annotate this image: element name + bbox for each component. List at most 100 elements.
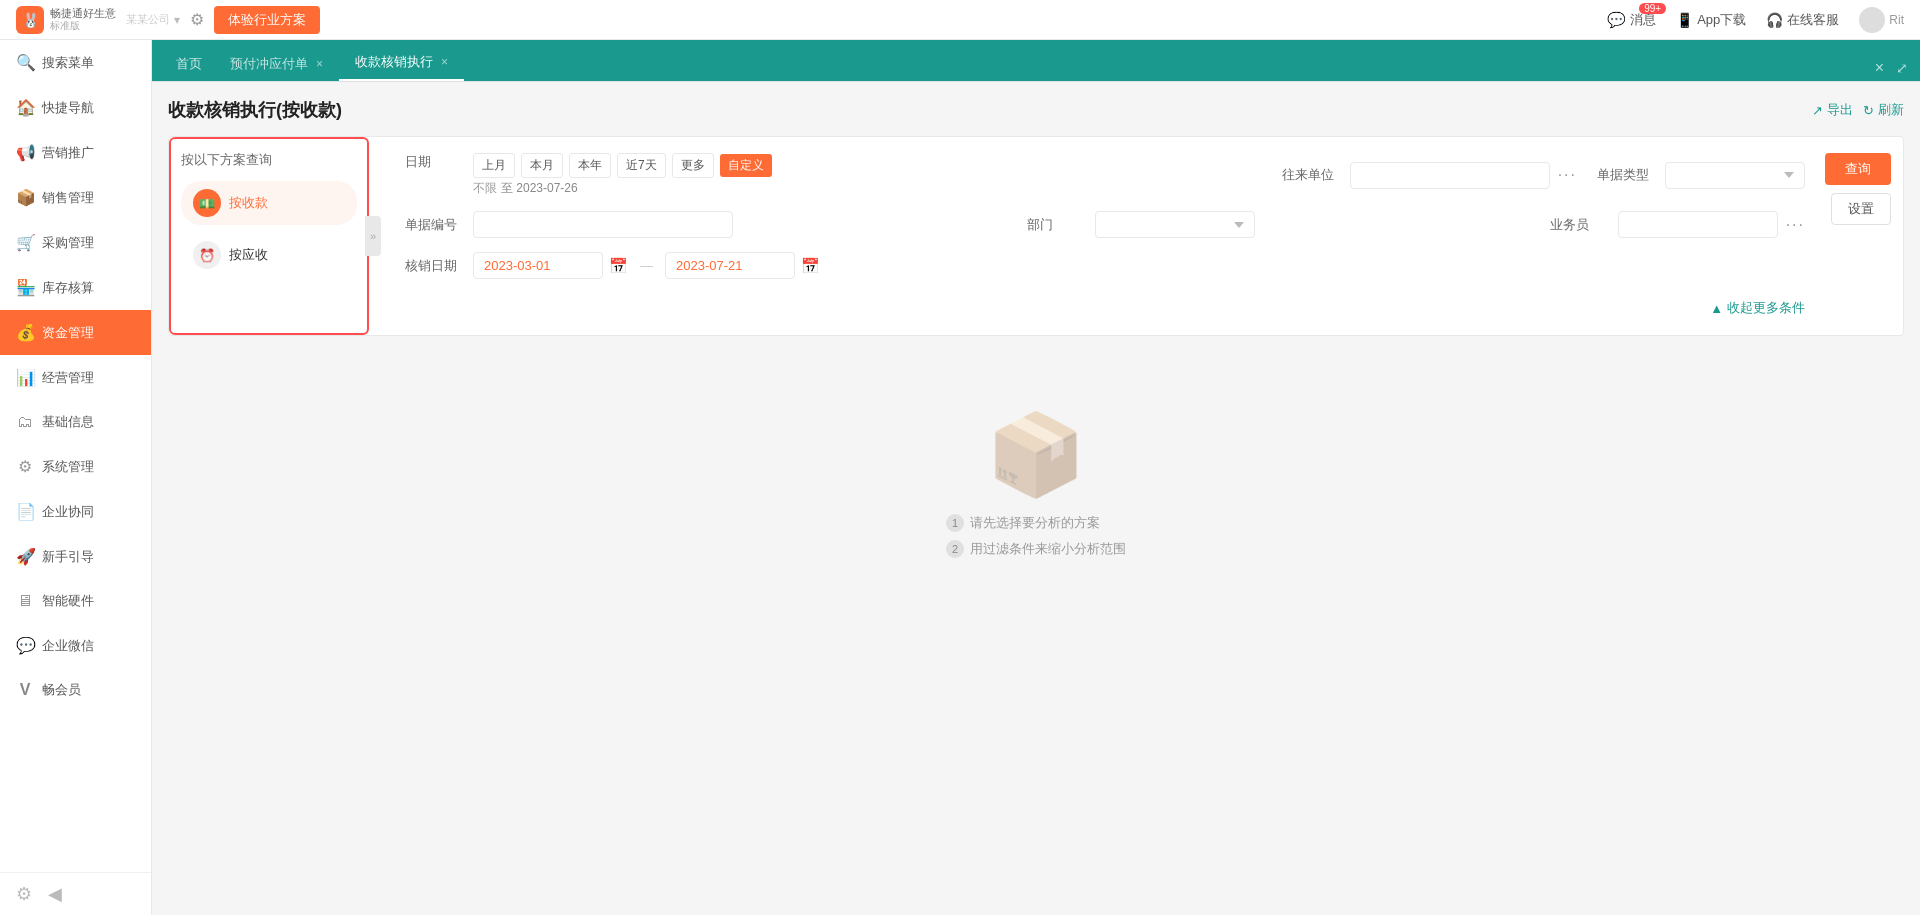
doc-no-input[interactable] xyxy=(473,211,733,238)
export-button[interactable]: ↗ 导出 xyxy=(1812,101,1853,119)
sidebar-item-marketing[interactable]: 📢 营销推广 xyxy=(0,130,151,175)
page-title: 收款核销执行(按收款) xyxy=(168,98,342,122)
logo-text: 畅捷通好生意 标准版 xyxy=(50,7,116,32)
chevron-down-icon: ▾ xyxy=(174,13,180,27)
logo-symbol: 🐰 xyxy=(22,12,39,28)
settings-button[interactable]: 设置 xyxy=(1831,193,1891,225)
sales-icon: 📦 xyxy=(16,188,34,207)
guide-icon: 🚀 xyxy=(16,547,34,566)
date-label: 日期 xyxy=(405,153,465,171)
sidebar-item-system[interactable]: ⚙ 系统管理 xyxy=(0,444,151,489)
message-button[interactable]: 消息 99+ xyxy=(1607,11,1656,29)
date-btn-more[interactable]: 更多 xyxy=(672,153,714,178)
receivable-icon: ⏰ xyxy=(193,241,221,269)
search-icon: 🔍 xyxy=(16,53,34,72)
sidebar-item-purchase[interactable]: 🛒 采购管理 xyxy=(0,220,151,265)
main-layout: 🔍 搜索菜单 🏠 快捷导航 📢 营销推广 📦 销售管理 🛒 采购管理 🏪 库存核… xyxy=(0,40,1920,915)
collapse-sidebar-icon[interactable]: ◀ xyxy=(48,883,62,905)
tab-home[interactable]: 首页 xyxy=(164,47,214,81)
sidebar-item-base[interactable]: 🗂 基础信息 xyxy=(0,400,151,444)
solution-button[interactable]: 体验行业方案 xyxy=(214,6,320,34)
user-avatar[interactable]: Rit xyxy=(1859,7,1904,33)
sidebar-item-wechat[interactable]: 💬 企业微信 xyxy=(0,623,151,668)
page-content: 收款核销执行(按收款) ↗ 导出 ↻ 刷新 按以下方案查询 xyxy=(152,82,1920,915)
collect-icon: 💵 xyxy=(193,189,221,217)
filter-row-1: 日期 上月 本月 本年 近7天 更多 自定义 xyxy=(405,153,1805,197)
marketing-icon: 📢 xyxy=(16,143,34,162)
query-actions: 查询 设置 xyxy=(1825,137,1903,335)
empty-text-item-1: 1 请先选择要分析的方案 xyxy=(946,514,1126,532)
sidebar-item-biz[interactable]: 📊 经营管理 xyxy=(0,355,151,400)
writeoff-date-start-input[interactable] xyxy=(473,252,603,279)
date-btn-last-month[interactable]: 上月 xyxy=(473,153,515,178)
tab-right-icons: × ⤢ xyxy=(1875,59,1908,81)
company-selector[interactable]: 某某公司 ▾ xyxy=(126,12,180,27)
date-range-dash: — xyxy=(640,258,653,273)
sidebar-item-corp[interactable]: 📄 企业协同 xyxy=(0,489,151,534)
filter-row-2: 单据编号 部门 业务员 ··· xyxy=(405,211,1805,238)
tab-collect[interactable]: 收款核销执行 × xyxy=(339,45,464,81)
refresh-button[interactable]: ↻ 刷新 xyxy=(1863,101,1904,119)
base-icon: 🗂 xyxy=(16,413,34,431)
finance-icon: 💰 xyxy=(16,323,34,342)
aside-collapse-button[interactable]: » xyxy=(365,216,381,256)
empty-text-item-2: 2 用过滤条件来缩小分析范围 xyxy=(946,540,1126,558)
tab-expand-icon[interactable]: ⤢ xyxy=(1896,60,1908,76)
service-button[interactable]: 在线客服 xyxy=(1766,11,1839,29)
doc-type-select[interactable] xyxy=(1665,162,1805,189)
settings-bottom-icon[interactable]: ⚙ xyxy=(16,883,32,905)
biz-icon: 📊 xyxy=(16,368,34,387)
message-icon xyxy=(1607,11,1626,29)
tab-close-all-icon[interactable]: × xyxy=(1875,59,1884,77)
sidebar-item-inventory[interactable]: 🏪 库存核算 xyxy=(0,265,151,310)
writeoff-date-start-group: 📅 xyxy=(473,252,628,279)
tab-collect-close[interactable]: × xyxy=(441,55,448,69)
sidebar-item-quicknav[interactable]: 🏠 快捷导航 xyxy=(0,85,151,130)
filter-right: 日期 上月 本月 本年 近7天 更多 自定义 xyxy=(385,137,1825,335)
date-to-text: 至 2023-07-26 xyxy=(501,180,578,197)
staff-more-icon[interactable]: ··· xyxy=(1786,216,1805,234)
app-download-button[interactable]: App下载 xyxy=(1676,11,1746,29)
date-unlimited-text: 不限 xyxy=(473,180,497,197)
empty-state: 📦 1 请先选择要分析的方案 2 用过滤条件来缩小分析范围 xyxy=(168,348,1904,618)
sidebar-item-member[interactable]: V 畅会员 xyxy=(0,668,151,712)
counterpart-more-icon[interactable]: ··· xyxy=(1558,166,1577,184)
counterpart-input[interactable] xyxy=(1350,162,1550,189)
collapse-more-conditions[interactable]: ▲ 收起更多条件 xyxy=(405,293,1805,319)
doc-no-label: 单据编号 xyxy=(405,216,465,234)
tab-prepay[interactable]: 预付冲应付单 × xyxy=(214,47,339,81)
calendar-end-icon[interactable]: 📅 xyxy=(801,257,820,275)
header-actions: ↗ 导出 ↻ 刷新 xyxy=(1812,101,1904,119)
sidebar-item-guide[interactable]: 🚀 新手引导 xyxy=(0,534,151,579)
filter-row-3: 核销日期 📅 — 📅 xyxy=(405,252,1805,279)
system-icon: ⚙ xyxy=(16,457,34,476)
dept-select[interactable] xyxy=(1095,211,1255,238)
filter-by-collect[interactable]: 💵 按收款 xyxy=(181,181,357,225)
staff-input[interactable] xyxy=(1618,211,1778,238)
filter-by-receivable[interactable]: ⏰ 按应收 xyxy=(181,233,357,277)
calendar-start-icon[interactable]: 📅 xyxy=(609,257,628,275)
empty-illustration: 📦 xyxy=(986,408,1086,502)
writeoff-date-end-input[interactable] xyxy=(665,252,795,279)
date-buttons: 上月 本月 本年 近7天 更多 自定义 xyxy=(473,153,772,178)
sidebar-item-sales[interactable]: 📦 销售管理 xyxy=(0,175,151,220)
sidebar-item-finance[interactable]: 💰 资金管理 xyxy=(0,310,151,355)
topbar-right: 消息 99+ App下载 在线客服 Rit xyxy=(1607,7,1904,33)
topbar: 🐰 畅捷通好生意 标准版 某某公司 ▾ 体验行业方案 消息 99+ App下载 xyxy=(0,0,1920,40)
sidebar-bottom: ⚙ ◀ xyxy=(0,872,151,915)
content-area: 首页 预付冲应付单 × 收款核销执行 × × ⤢ 收款核销执行(按收款) xyxy=(152,40,1920,915)
app-icon xyxy=(1676,12,1693,28)
tab-prepay-close[interactable]: × xyxy=(316,57,323,71)
date-btn-this-month[interactable]: 本月 xyxy=(521,153,563,178)
settings-icon[interactable] xyxy=(190,10,204,29)
staff-label: 业务员 xyxy=(1550,216,1610,234)
sidebar: 🔍 搜索菜单 🏠 快捷导航 📢 营销推广 📦 销售管理 🛒 采购管理 🏪 库存核… xyxy=(0,40,152,915)
date-btn-this-year[interactable]: 本年 xyxy=(569,153,611,178)
topbar-left: 🐰 畅捷通好生意 标准版 某某公司 ▾ 体验行业方案 xyxy=(16,6,320,34)
export-icon: ↗ xyxy=(1812,103,1823,118)
query-button[interactable]: 查询 xyxy=(1825,153,1891,185)
sidebar-item-search[interactable]: 🔍 搜索菜单 xyxy=(0,40,151,85)
date-btn-7days[interactable]: 近7天 xyxy=(617,153,666,178)
sidebar-item-hardware[interactable]: 🖥 智能硬件 xyxy=(0,579,151,623)
page-header: 收款核销执行(按收款) ↗ 导出 ↻ 刷新 xyxy=(168,98,1904,122)
